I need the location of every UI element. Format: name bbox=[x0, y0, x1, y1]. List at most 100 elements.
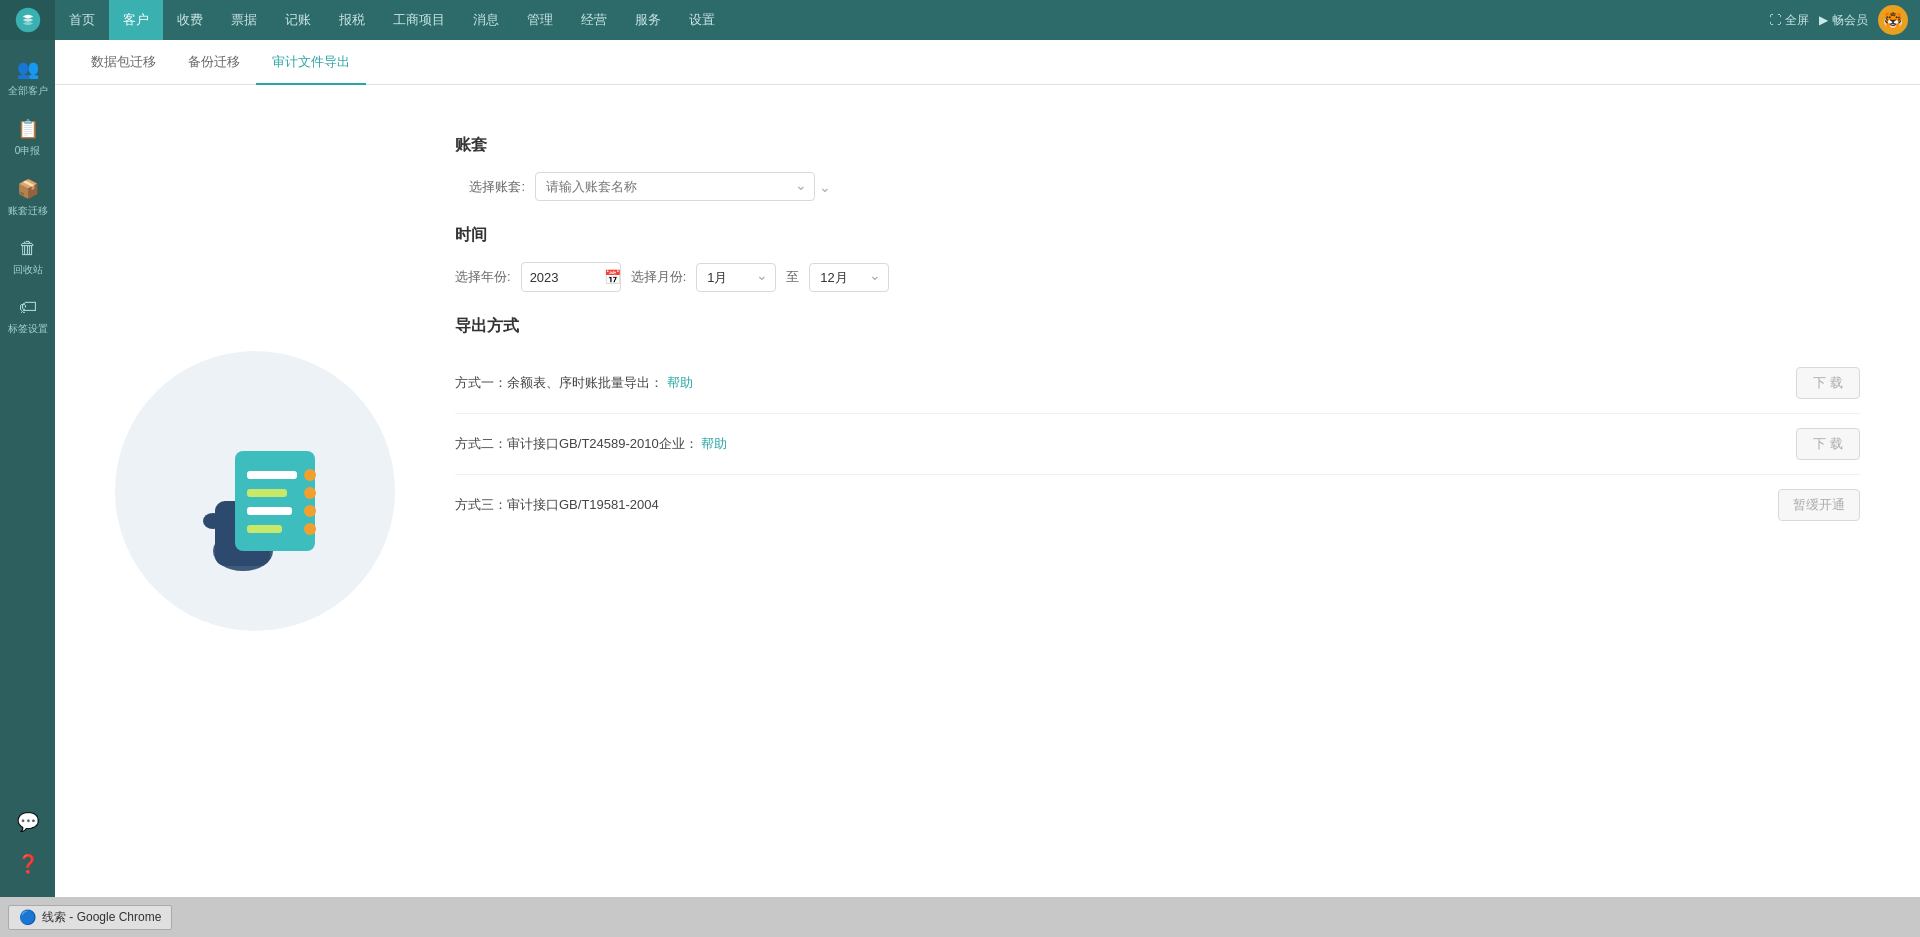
svg-point-3 bbox=[203, 513, 223, 529]
month-start-select[interactable]: 1月2月3月4月 5月6月7月8月 9月10月11月12月 bbox=[696, 263, 776, 292]
export-method-3-text: 方式三：审计接口GB/T19581-2004 bbox=[455, 496, 1768, 514]
nav-operation[interactable]: 经营 bbox=[567, 0, 621, 40]
page-content: 账套 选择账套: ⌄ 时间 选择年份: 📅 bbox=[55, 85, 1920, 897]
help-link-2[interactable]: 帮助 bbox=[701, 436, 727, 451]
month-start-wrapper: 1月2月3月4月 5月6月7月8月 9月10月11月12月 bbox=[696, 263, 776, 292]
time-section-title: 时间 bbox=[455, 225, 1860, 246]
fullscreen-btn[interactable]: ⛶ 全屏 bbox=[1769, 12, 1809, 29]
export-section-title: 导出方式 bbox=[455, 316, 1860, 337]
taskbar-chrome-item[interactable]: 🔵 线索 - Google Chrome bbox=[8, 905, 172, 930]
member-label: 畅会员 bbox=[1832, 12, 1868, 29]
nav-home[interactable]: 首页 bbox=[55, 0, 109, 40]
open-btn-3[interactable]: 暂缓开通 bbox=[1778, 489, 1860, 521]
export-method-1: 方式一：余额表、序时账批量导出： 帮助 下 载 bbox=[455, 353, 1860, 414]
fullscreen-label: 全屏 bbox=[1785, 12, 1809, 29]
svg-point-11 bbox=[304, 505, 316, 517]
fullscreen-icon: ⛶ bbox=[1769, 13, 1781, 27]
nav-fee[interactable]: 收费 bbox=[163, 0, 217, 40]
nav-message[interactable]: 消息 bbox=[459, 0, 513, 40]
time-row: 选择年份: 📅 选择月份: 1月2月3月4月 5月6月7月8月 9月10月11月… bbox=[455, 262, 1860, 292]
sidebar-item-tag-settings[interactable]: 🏷 标签设置 bbox=[0, 287, 55, 346]
nav-items: 首页 客户 收费 票据 记账 报税 工商项目 消息 管理 经营 服务 设置 bbox=[55, 0, 1769, 40]
nav-invoice[interactable]: 票据 bbox=[217, 0, 271, 40]
year-label: 选择年份: bbox=[455, 268, 511, 286]
logo[interactable] bbox=[0, 0, 55, 40]
month-end-wrapper: 1月2月3月4月 5月6月7月8月 9月10月11月12月 bbox=[809, 263, 889, 292]
sidebar-item-all-customers[interactable]: 👥 全部客户 bbox=[0, 48, 55, 108]
svg-point-9 bbox=[304, 469, 316, 481]
month-label: 选择月份: bbox=[631, 268, 687, 286]
account-row: 选择账套: ⌄ bbox=[455, 172, 1860, 201]
svg-rect-7 bbox=[247, 507, 292, 515]
play-icon: ▶ bbox=[1819, 13, 1828, 27]
form-area: 账套 选择账套: ⌄ 时间 选择年份: 📅 bbox=[455, 125, 1860, 857]
account-section-title: 账套 bbox=[455, 135, 1860, 156]
account-select-input[interactable] bbox=[535, 172, 815, 201]
nav-right: ⛶ 全屏 ▶ 畅会员 🐯 bbox=[1769, 5, 1920, 35]
chat-icon: 💬 bbox=[17, 811, 39, 833]
left-sidebar: 👥 全部客户 📋 0申报 📦 账套迁移 🗑 回收站 🏷 标签设置 💬 ❓ bbox=[0, 40, 55, 897]
illustration-svg bbox=[155, 381, 355, 601]
taskbar-item-label: 线索 - Google Chrome bbox=[42, 909, 161, 926]
month-end-select[interactable]: 1月2月3月4月 5月6月7月8月 9月10月11月12月 bbox=[809, 263, 889, 292]
taskbar: 🔵 线索 - Google Chrome bbox=[0, 897, 1920, 937]
report-icon: 📋 bbox=[17, 118, 39, 140]
nav-service[interactable]: 服务 bbox=[621, 0, 675, 40]
download-btn-2[interactable]: 下 载 bbox=[1796, 428, 1860, 460]
svg-rect-4 bbox=[235, 451, 315, 551]
sidebar-label-report: 0申报 bbox=[15, 144, 41, 158]
help-link-1[interactable]: 帮助 bbox=[667, 375, 693, 390]
sidebar-item-migration[interactable]: 📦 账套迁移 bbox=[0, 168, 55, 228]
account-label: 选择账套: bbox=[455, 178, 525, 196]
svg-point-10 bbox=[304, 487, 316, 499]
export-method-2: 方式二：审计接口GB/T24589-2010企业： 帮助 下 载 bbox=[455, 414, 1860, 475]
help-icon-btn[interactable]: ❓ bbox=[0, 843, 55, 885]
avatar[interactable]: 🐯 bbox=[1878, 5, 1908, 35]
export-section: 导出方式 方式一：余额表、序时账批量导出： 帮助 下 载 方式二：审计接口GB/… bbox=[455, 316, 1860, 535]
nav-accounting[interactable]: 记账 bbox=[271, 0, 325, 40]
nav-settings[interactable]: 设置 bbox=[675, 0, 729, 40]
svg-rect-6 bbox=[247, 489, 287, 497]
sidebar-label-recycle: 回收站 bbox=[13, 263, 43, 277]
content-area: 数据包迁移 备份迁移 审计文件导出 bbox=[55, 40, 1920, 897]
export-method-3: 方式三：审计接口GB/T19581-2004 暂缓开通 bbox=[455, 475, 1860, 535]
sidebar-bottom: 💬 ❓ bbox=[0, 801, 55, 897]
nav-business[interactable]: 工商项目 bbox=[379, 0, 459, 40]
year-input[interactable] bbox=[530, 270, 600, 285]
sidebar-item-recycle[interactable]: 🗑 回收站 bbox=[0, 228, 55, 287]
tag-icon: 🏷 bbox=[19, 297, 37, 318]
calendar-icon: 📅 bbox=[604, 269, 621, 285]
time-section: 时间 选择年份: 📅 选择月份: 1月2月3月4月 5月6月7月8月 bbox=[455, 225, 1860, 292]
nav-customer[interactable]: 客户 bbox=[109, 0, 163, 40]
customers-icon: 👥 bbox=[17, 58, 39, 80]
sidebar-label-tag: 标签设置 bbox=[8, 322, 48, 336]
account-select-wrapper bbox=[535, 172, 815, 201]
help-icon: ❓ bbox=[17, 853, 39, 875]
migration-icon: 📦 bbox=[17, 178, 39, 200]
illustration-circle bbox=[115, 351, 395, 631]
svg-rect-5 bbox=[247, 471, 297, 479]
year-input-wrapper: 📅 bbox=[521, 262, 621, 292]
export-method-2-text: 方式二：审计接口GB/T24589-2010企业： 帮助 bbox=[455, 435, 1786, 453]
tab-backup-migration[interactable]: 备份迁移 bbox=[172, 40, 256, 85]
sidebar-label-customers: 全部客户 bbox=[8, 84, 48, 98]
account-dropdown-icon[interactable]: ⌄ bbox=[819, 179, 831, 195]
nav-manage[interactable]: 管理 bbox=[513, 0, 567, 40]
main-layout: 👥 全部客户 📋 0申报 📦 账套迁移 🗑 回收站 🏷 标签设置 💬 ❓ bbox=[0, 40, 1920, 897]
nav-tax[interactable]: 报税 bbox=[325, 0, 379, 40]
illustration-area bbox=[115, 125, 395, 857]
export-method-1-text: 方式一：余额表、序时账批量导出： 帮助 bbox=[455, 374, 1786, 392]
tab-data-migration[interactable]: 数据包迁移 bbox=[75, 40, 172, 85]
chat-icon-btn[interactable]: 💬 bbox=[0, 801, 55, 843]
member-btn[interactable]: ▶ 畅会员 bbox=[1819, 12, 1868, 29]
sidebar-label-migration: 账套迁移 bbox=[8, 204, 48, 218]
download-btn-1[interactable]: 下 载 bbox=[1796, 367, 1860, 399]
svg-rect-8 bbox=[247, 525, 282, 533]
svg-point-12 bbox=[304, 523, 316, 535]
range-separator: 至 bbox=[786, 268, 799, 286]
trash-icon: 🗑 bbox=[19, 238, 37, 259]
sidebar-item-zero-report[interactable]: 📋 0申报 bbox=[0, 108, 55, 168]
chrome-icon: 🔵 bbox=[19, 909, 36, 925]
tab-bar: 数据包迁移 备份迁移 审计文件导出 bbox=[55, 40, 1920, 85]
tab-audit-export[interactable]: 审计文件导出 bbox=[256, 40, 366, 85]
